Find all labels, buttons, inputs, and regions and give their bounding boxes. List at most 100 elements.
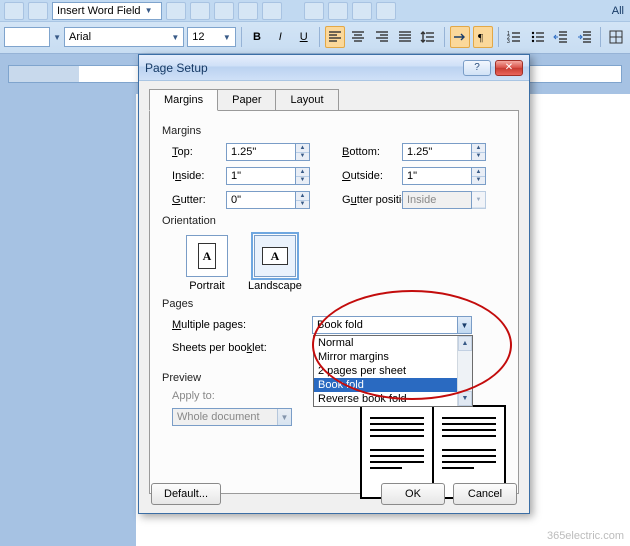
borders-button[interactable] — [606, 26, 626, 48]
gutter-input[interactable]: 0" — [226, 191, 296, 209]
svg-text:¶: ¶ — [478, 32, 483, 44]
all-label: All — [612, 5, 626, 17]
insert-word-field-label: Insert Word Field — [57, 5, 141, 17]
font-name-picker[interactable]: Arial ▼ — [64, 27, 184, 47]
separator — [241, 27, 242, 47]
inside-label: Inside: — [172, 170, 226, 182]
gutter-position-select: Inside — [402, 191, 472, 209]
ribbon-icon[interactable] — [166, 2, 186, 20]
sheets-per-booklet-label: Sheets per booklet: — [172, 342, 312, 354]
option-normal[interactable]: Normal — [314, 336, 472, 350]
option-book-fold[interactable]: Book fold — [314, 378, 472, 392]
landscape-label: Landscape — [248, 280, 302, 292]
close-button[interactable]: ✕ — [495, 60, 523, 76]
numbered-list-button[interactable]: 123 — [504, 26, 524, 48]
style-picker[interactable] — [4, 27, 50, 47]
inside-input[interactable]: 1" — [226, 167, 296, 185]
page-setup-dialog: Page Setup ? ✕ Margins Paper Layout Marg… — [138, 54, 530, 514]
font-size-value: 12 — [192, 31, 204, 43]
ribbon-icon[interactable] — [28, 2, 48, 20]
multiple-pages-label: Multiple pages: — [172, 319, 312, 331]
watermark: 365electric.com — [547, 530, 624, 542]
outside-spinner[interactable]: ▲▼ — [472, 167, 486, 185]
increase-indent-button[interactable] — [574, 26, 594, 48]
chevron-down-icon: ▼ — [171, 33, 179, 42]
ribbon-row-2: ▼ Arial ▼ 12 ▼ B I U — [0, 24, 630, 50]
italic-button[interactable]: I — [270, 26, 290, 48]
align-justify-button[interactable] — [395, 26, 415, 48]
ribbon-icon[interactable] — [238, 2, 258, 20]
decrease-indent-button[interactable] — [551, 26, 571, 48]
dialog-button-row: Default... OK Cancel — [151, 483, 517, 505]
ribbon-icon[interactable] — [262, 2, 282, 20]
separator — [319, 27, 320, 47]
gutter-position-caret: ▼ — [472, 191, 486, 209]
scroll-up-icon: ▲ — [458, 336, 472, 351]
chevron-down-icon: ▼ — [457, 317, 471, 333]
separator — [444, 27, 445, 47]
bottom-input[interactable]: 1.25" — [402, 143, 472, 161]
ribbon-icon[interactable] — [190, 2, 210, 20]
ok-button[interactable]: OK — [381, 483, 445, 505]
outside-input[interactable]: 1" — [402, 167, 472, 185]
rtl-button[interactable]: ¶ — [473, 26, 493, 48]
ribbon-row-1: Insert Word Field ▼ All — [0, 0, 630, 22]
orientation-section-label: Orientation — [162, 215, 506, 227]
option-mirror-margins[interactable]: Mirror margins — [314, 350, 472, 364]
orientation-landscape[interactable]: A Landscape — [248, 235, 302, 292]
insert-word-field-dropdown[interactable]: Insert Word Field ▼ — [52, 2, 162, 20]
ribbon-icon[interactable] — [376, 2, 396, 20]
pages-section-label: Pages — [162, 298, 506, 310]
chevron-down-icon: ▼ — [145, 6, 153, 15]
option-reverse-book-fold[interactable]: Reverse book fold — [314, 392, 472, 406]
top-spinner[interactable]: ▲▼ — [296, 143, 310, 161]
dropdown-scrollbar[interactable]: ▲ ▼ — [457, 336, 472, 406]
ribbon-icon[interactable] — [304, 2, 324, 20]
portrait-label: Portrait — [189, 280, 224, 292]
ribbon: Insert Word Field ▼ All ▼ Arial ▼ 12 ▼ B… — [0, 0, 630, 54]
align-right-button[interactable] — [372, 26, 392, 48]
inside-spinner[interactable]: ▲▼ — [296, 167, 310, 185]
multiple-pages-value: Book fold — [317, 319, 363, 331]
ribbon-icon[interactable] — [214, 2, 234, 20]
cancel-button[interactable]: Cancel — [453, 483, 517, 505]
align-center-button[interactable] — [348, 26, 368, 48]
dialog-title: Page Setup — [145, 61, 208, 75]
underline-button[interactable]: U — [294, 26, 314, 48]
gutter-spinner[interactable]: ▲▼ — [296, 191, 310, 209]
orientation-portrait[interactable]: A Portrait — [186, 235, 228, 292]
gutter-position-label: Gutter position: — [342, 194, 402, 206]
ribbon-icon[interactable] — [328, 2, 348, 20]
align-left-button[interactable] — [325, 26, 345, 48]
tab-body: Margins Top: 1.25" ▲▼ Bottom: 1.25" ▲▼ I… — [149, 110, 519, 494]
chevron-down-icon: ▼ — [53, 33, 61, 42]
separator — [498, 27, 499, 47]
bottom-spinner[interactable]: ▲▼ — [472, 143, 486, 161]
scroll-down-icon: ▼ — [458, 391, 472, 406]
chevron-down-icon: ▼ — [223, 33, 231, 42]
dialog-titlebar[interactable]: Page Setup ? ✕ — [139, 55, 529, 81]
bold-button[interactable]: B — [247, 26, 267, 48]
ribbon-icon[interactable] — [352, 2, 372, 20]
default-button[interactable]: Default... — [151, 483, 221, 505]
bullet-list-button[interactable] — [528, 26, 548, 48]
svg-text:3: 3 — [507, 39, 510, 45]
outside-label: Outside: — [342, 170, 402, 182]
multiple-pages-dropdown: Normal Mirror margins 2 pages per sheet … — [313, 335, 473, 407]
apply-to-label: Apply to: — [172, 390, 215, 402]
ribbon-icon[interactable] — [4, 2, 24, 20]
ltr-button[interactable] — [450, 26, 470, 48]
top-input[interactable]: 1.25" — [226, 143, 296, 161]
bottom-label: Bottom: — [342, 146, 402, 158]
gutter-label: Gutter: — [172, 194, 226, 206]
font-name-value: Arial — [69, 31, 91, 43]
help-button[interactable]: ? — [463, 60, 491, 76]
line-spacing-button[interactable] — [418, 26, 438, 48]
font-size-picker[interactable]: 12 ▼ — [187, 27, 236, 47]
tab-paper[interactable]: Paper — [217, 89, 276, 111]
top-label: Top: — [172, 146, 226, 158]
option-two-pages[interactable]: 2 pages per sheet — [314, 364, 472, 378]
tab-margins[interactable]: Margins — [149, 89, 218, 111]
multiple-pages-combo[interactable]: Book fold ▼ Normal Mirror margins 2 page… — [312, 316, 472, 334]
tab-layout[interactable]: Layout — [275, 89, 338, 111]
